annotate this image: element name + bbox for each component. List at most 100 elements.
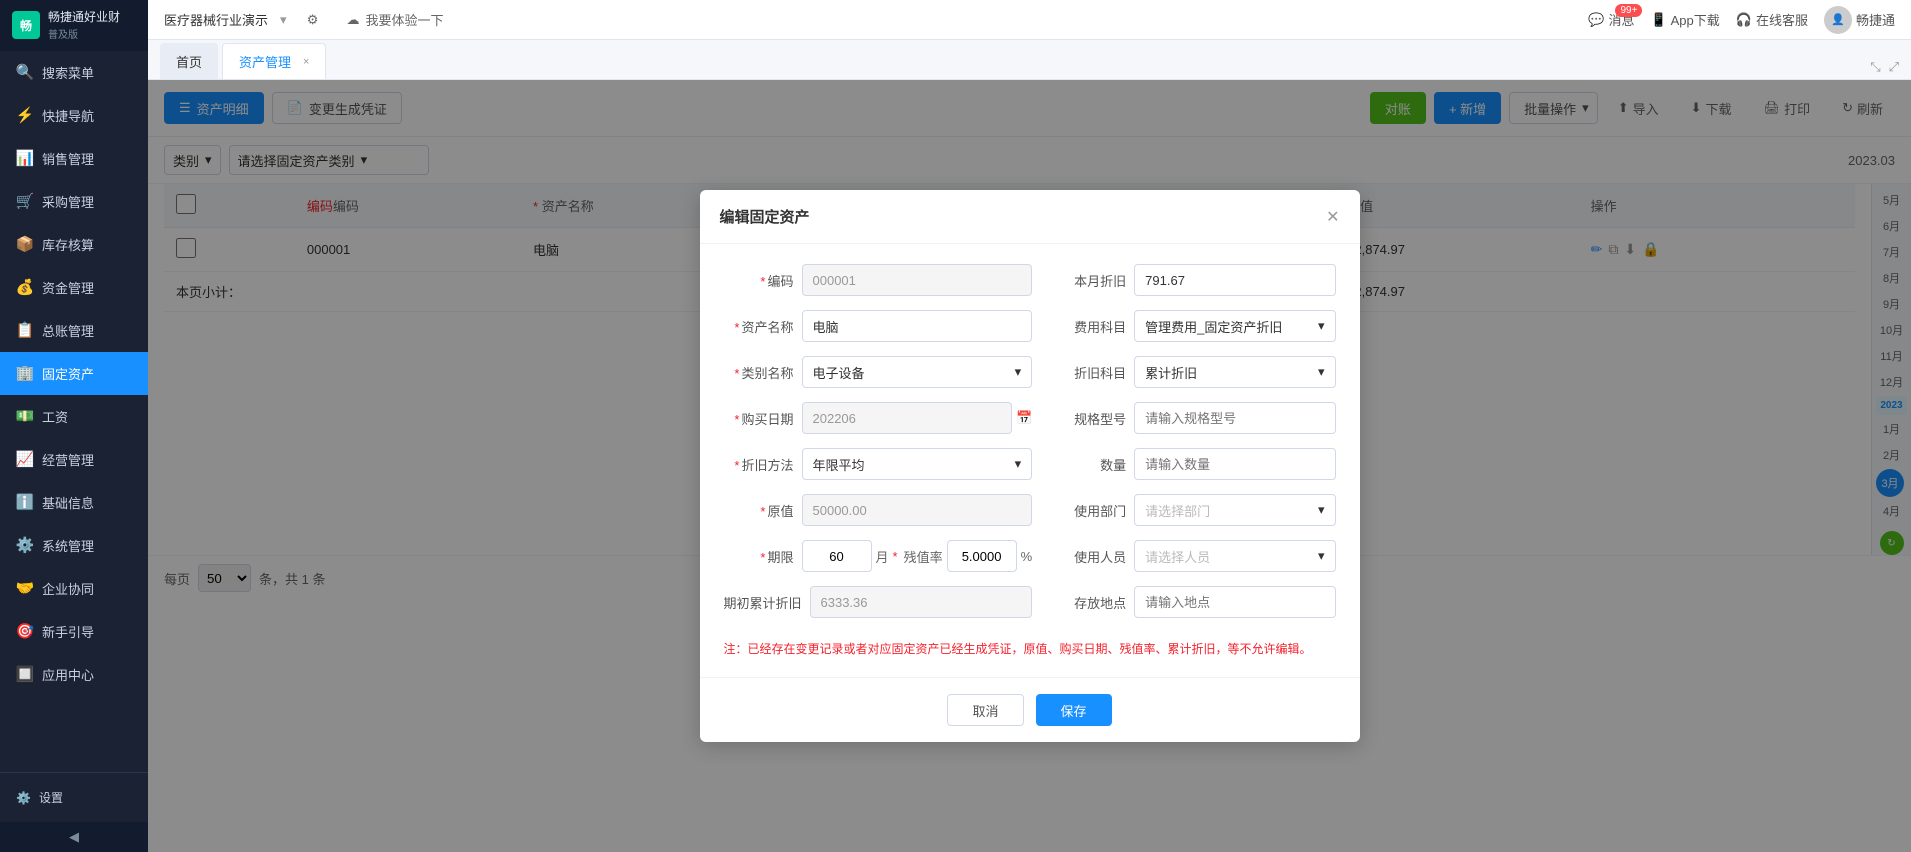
sidebar-settings[interactable]: ⚙️ 设置 [0, 781, 148, 814]
sidebar-item-appcenter[interactable]: 🔲 应用中心 [0, 653, 148, 696]
field-person: 使用人员 请选择人员 ▾ [1056, 540, 1335, 572]
cancel-button[interactable]: 取消 [947, 694, 1023, 726]
name-input[interactable] [802, 310, 1033, 342]
sidebar-item-basic[interactable]: ℹ️ 基础信息 [0, 481, 148, 524]
form-right: 本月折旧 费用科目 管理费用_固定资产折旧 ▾ [1056, 264, 1335, 632]
sidebar-item-ledger[interactable]: 📋 总账管理 [0, 309, 148, 352]
sidebar-nav: 🔍 搜索菜单 ⚡ 快捷导航 📊 销售管理 🛒 采购管理 📦 库存核算 💰 [0, 51, 148, 772]
collapse-icon: ◀ [69, 829, 79, 845]
tab-close-icon[interactable]: × [303, 56, 309, 68]
payroll-icon: 💵 [16, 407, 34, 425]
save-button[interactable]: 保存 [1036, 694, 1112, 726]
original-value-input[interactable] [802, 494, 1033, 526]
field-code: *编码 [724, 264, 1033, 296]
edit-fixed-asset-modal: 编辑固定资产 ✕ *编码 *资产名 [700, 190, 1360, 742]
location-input[interactable] [1134, 586, 1335, 618]
search-icon: 🔍 [16, 63, 34, 81]
logo-version: 普及版 [48, 26, 120, 41]
logo-icon: 畅 [12, 11, 40, 39]
topbar-settings-btn[interactable]: ⚙ [299, 6, 327, 34]
person-chevron-icon: ▾ [1318, 548, 1325, 564]
sidebar-collapse-btn[interactable]: ◀ [0, 822, 148, 852]
field-monthly-depr: 本月折旧 [1056, 264, 1335, 296]
message-btn[interactable]: 💬 消息 99+ [1588, 10, 1634, 29]
expense-chevron-icon: ▾ [1318, 318, 1325, 334]
sidebar-item-inventory[interactable]: 📦 库存核算 [0, 223, 148, 266]
app-download-btn[interactable]: 📱 App下载 [1650, 10, 1719, 29]
depr-method-chevron-icon: ▾ [1015, 456, 1022, 472]
sidebar-item-enterprise[interactable]: 🤝 企业协同 [0, 567, 148, 610]
field-period: *期限 月 * 残值率 % [724, 540, 1033, 572]
field-location: 存放地点 [1056, 586, 1335, 618]
message-badge: 99+ [1615, 4, 1642, 17]
feedback-btn[interactable]: ☁ 我要体验一下 [347, 10, 444, 29]
tabbar: 首页 资产管理 × ⤡ ⤢ [148, 40, 1911, 80]
code-input[interactable] [802, 264, 1033, 296]
purchase-date-input[interactable] [802, 402, 1012, 434]
grid-icon: 🔲 [16, 665, 34, 683]
user-profile-btn[interactable]: 👤 畅捷通 [1824, 6, 1895, 34]
gear-icon: ⚙️ [16, 536, 34, 554]
residual-rate-input[interactable] [947, 540, 1017, 572]
form-grid: *编码 *资产名称 *类别名称 电子设 [724, 264, 1336, 632]
field-original-value: *原值 [724, 494, 1033, 526]
field-department: 使用部门 请选择部门 ▾ [1056, 494, 1335, 526]
money-icon: 💰 [16, 278, 34, 296]
field-name: *资产名称 [724, 310, 1033, 342]
window-expand-icon[interactable]: ⤢ [1889, 59, 1899, 75]
content-area: ☰ 资产明细 📄 变更生成凭证 对账 + 新增 批量操作 ▾ [148, 80, 1911, 852]
modal-title: 编辑固定资产 [720, 206, 810, 227]
sidebar-item-payroll[interactable]: 💵 工资 [0, 395, 148, 438]
category-chevron-icon: ▾ [1015, 364, 1022, 380]
field-spec: 规格型号 [1056, 402, 1335, 434]
person-select[interactable]: 请选择人员 ▾ [1134, 540, 1335, 572]
monthly-depr-input[interactable] [1134, 264, 1335, 296]
depr-method-select[interactable]: 年限平均 ▾ [802, 448, 1033, 480]
building-icon: 🏢 [16, 364, 34, 382]
field-expense-account: 费用科目 管理费用_固定资产折旧 ▾ [1056, 310, 1335, 342]
initial-depr-input[interactable] [810, 586, 1033, 618]
sidebar-item-guide[interactable]: 🎯 新手引导 [0, 610, 148, 653]
dept-chevron-icon: ▾ [1318, 502, 1325, 518]
modal-header: 编辑固定资产 ✕ [700, 190, 1360, 244]
cloud-icon: ☁ [347, 12, 360, 28]
handshake-icon: 🤝 [16, 579, 34, 597]
sidebar-item-finance[interactable]: 💰 资金管理 [0, 266, 148, 309]
period-input[interactable] [802, 540, 872, 572]
tab-home[interactable]: 首页 [160, 43, 218, 79]
sidebar-item-purchase[interactable]: 🛒 采购管理 [0, 180, 148, 223]
field-depr-method: *折旧方法 年限平均 ▾ [724, 448, 1033, 480]
depr-account-select[interactable]: 累计折旧 ▾ [1134, 356, 1335, 388]
sidebar-item-fixed-assets[interactable]: 🏢 固定资产 [0, 352, 148, 395]
sidebar-item-search[interactable]: 🔍 搜索菜单 [0, 51, 148, 94]
lightning-icon: ⚡ [16, 106, 34, 124]
sidebar-item-sales[interactable]: 📊 销售管理 [0, 137, 148, 180]
tab-asset-mgmt[interactable]: 资产管理 × [222, 43, 326, 79]
sidebar-item-system[interactable]: ⚙️ 系统管理 [0, 524, 148, 567]
expense-account-select[interactable]: 管理费用_固定资产折旧 ▾ [1134, 310, 1335, 342]
logo-text: 畅捷通好业财 [48, 10, 120, 26]
category-select[interactable]: 电子设备 ▾ [802, 356, 1033, 388]
window-restore-icon[interactable]: ⤡ [1870, 59, 1880, 75]
sidebar-item-operations[interactable]: 📈 经营管理 [0, 438, 148, 481]
modal-note: 注：已经存在变更记录或者对应固定资产已经生成凭证，原值、购买日期、残值率、累计折… [724, 632, 1336, 657]
sidebar: 畅 畅捷通好业财 普及版 🔍 搜索菜单 ⚡ 快捷导航 📊 销售管理 🛒 采 [0, 0, 148, 852]
quantity-input[interactable] [1134, 448, 1335, 480]
field-category: *类别名称 电子设备 ▾ [724, 356, 1033, 388]
dropdown-icon: ▾ [280, 12, 287, 28]
field-purchase-date: *购买日期 📅 [724, 402, 1033, 434]
online-service-btn[interactable]: 🎧 在线客服 [1736, 10, 1808, 29]
modal-body: *编码 *资产名称 *类别名称 电子设 [700, 244, 1360, 677]
chart-icon: 📊 [16, 149, 34, 167]
app-logo: 畅 畅捷通好业财 普及版 [0, 0, 148, 51]
info-icon: ℹ️ [16, 493, 34, 511]
sidebar-item-quicknav[interactable]: ⚡ 快捷导航 [0, 94, 148, 137]
modal-close-btn[interactable]: ✕ [1326, 207, 1339, 227]
department-select[interactable]: 请选择部门 ▾ [1134, 494, 1335, 526]
depr-account-chevron-icon: ▾ [1318, 364, 1325, 380]
field-quantity: 数量 [1056, 448, 1335, 480]
settings-icon: ⚙️ [16, 791, 31, 805]
spec-input[interactable] [1134, 402, 1335, 434]
target-icon: 🎯 [16, 622, 34, 640]
calendar-icon[interactable]: 📅 [1016, 410, 1032, 426]
